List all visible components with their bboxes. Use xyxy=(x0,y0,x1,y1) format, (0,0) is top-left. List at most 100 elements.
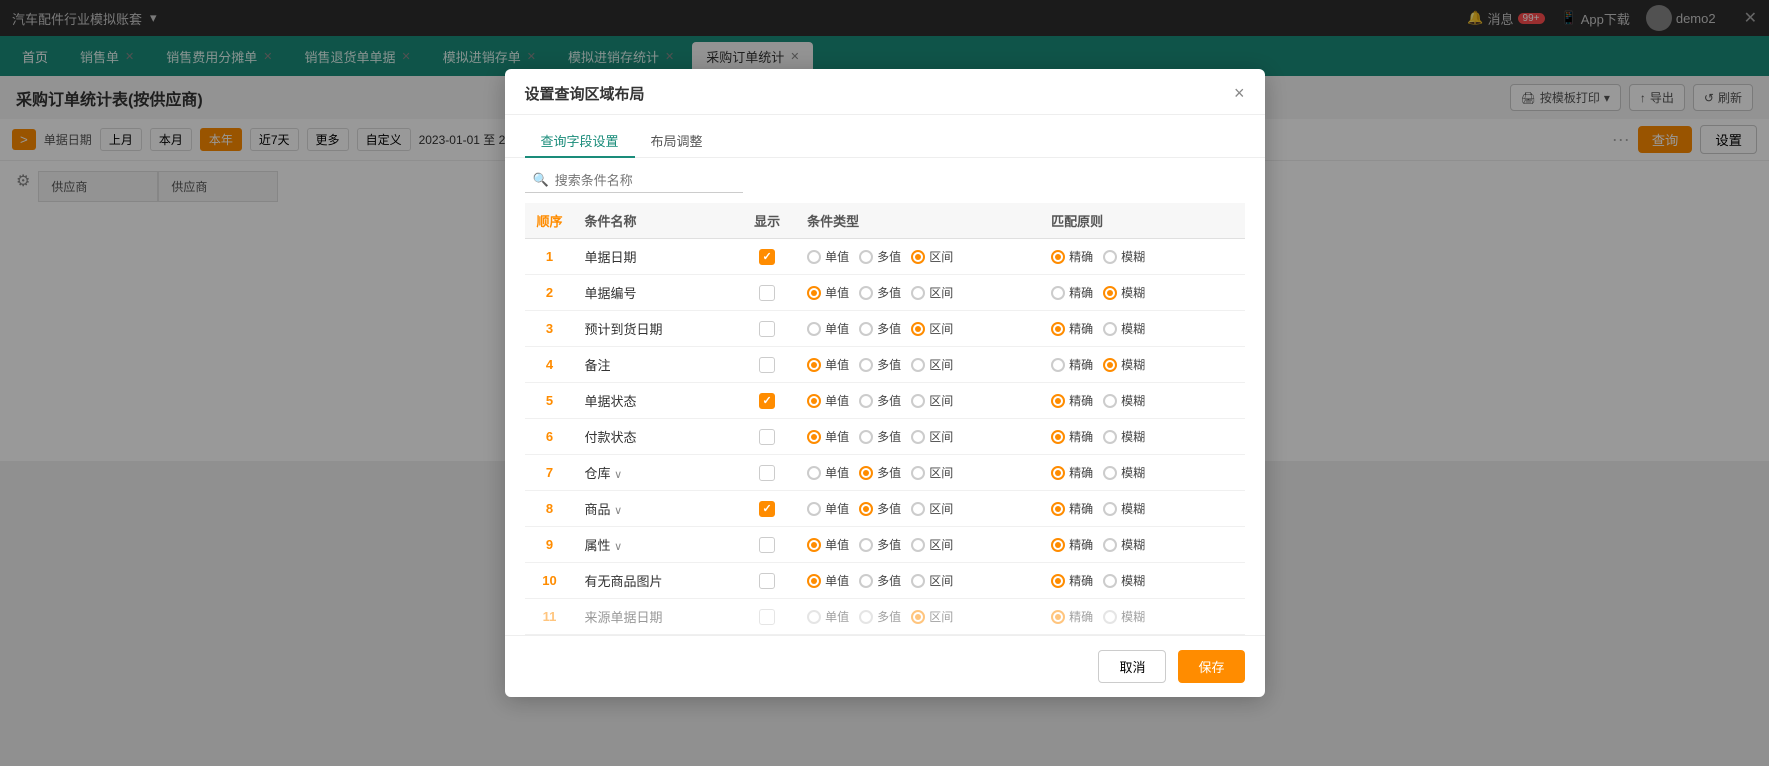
radio-match-模糊[interactable]: 模糊 xyxy=(1103,428,1145,445)
radio-type-多值[interactable]: 多值 xyxy=(859,320,901,337)
display-checkbox[interactable] xyxy=(759,501,775,517)
radio-type-单值[interactable]: 单值 xyxy=(807,428,849,445)
radio-type-多值[interactable]: 多值 xyxy=(859,536,901,553)
cell-type: 单值多值区间 xyxy=(797,275,1041,311)
radio-type-单值[interactable]: 单值 xyxy=(807,392,849,409)
expand-name-button[interactable]: 商品 ∨ xyxy=(585,502,623,517)
radio-type-单值[interactable]: 单值 xyxy=(807,320,849,337)
radio-type-区间[interactable]: 区间 xyxy=(911,284,953,301)
radio-type-区间[interactable]: 区间 xyxy=(911,392,953,409)
radio-circle xyxy=(911,394,925,408)
cell-match: 精确模糊 xyxy=(1041,599,1244,635)
cell-display xyxy=(737,383,797,419)
radio-match-精确[interactable]: 精确 xyxy=(1051,248,1093,265)
radio-type-区间[interactable]: 区间 xyxy=(911,500,953,517)
radio-match-模糊[interactable]: 模糊 xyxy=(1103,392,1145,409)
radio-type-多值[interactable]: 多值 xyxy=(859,464,901,481)
radio-type-多值[interactable]: 多值 xyxy=(859,284,901,301)
cell-order: 1 xyxy=(525,239,575,275)
radio-match-模糊[interactable]: 模糊 xyxy=(1103,572,1145,589)
radio-type-区间[interactable]: 区间 xyxy=(911,536,953,553)
radio-type-区间[interactable]: 区间 xyxy=(911,608,953,625)
radio-type-区间[interactable]: 区间 xyxy=(911,428,953,445)
radio-circle xyxy=(859,250,873,264)
th-order: 顺序 xyxy=(525,203,575,239)
radio-type-单值[interactable]: 单值 xyxy=(807,536,849,553)
radio-match-精确[interactable]: 精确 xyxy=(1051,608,1093,625)
radio-circle xyxy=(859,394,873,408)
radio-circle xyxy=(911,430,925,444)
radio-type-单值[interactable]: 单值 xyxy=(807,356,849,373)
radio-type-区间[interactable]: 区间 xyxy=(911,320,953,337)
cell-match: 精确模糊 xyxy=(1041,491,1244,527)
radio-match-精确[interactable]: 精确 xyxy=(1051,572,1093,589)
display-checkbox[interactable] xyxy=(759,249,775,265)
search-input[interactable] xyxy=(555,173,735,188)
radio-match-模糊[interactable]: 模糊 xyxy=(1103,536,1145,553)
radio-type-单值[interactable]: 单值 xyxy=(807,284,849,301)
radio-match-精确[interactable]: 精确 xyxy=(1051,464,1093,481)
radio-match-精确[interactable]: 精确 xyxy=(1051,356,1093,373)
display-checkbox[interactable] xyxy=(759,573,775,589)
radio-type-区间[interactable]: 区间 xyxy=(911,248,953,265)
radio-type-多值[interactable]: 多值 xyxy=(859,428,901,445)
cell-type: 单值多值区间 xyxy=(797,455,1041,491)
display-checkbox[interactable] xyxy=(759,609,775,625)
radio-type-多值[interactable]: 多值 xyxy=(859,392,901,409)
radio-match-模糊[interactable]: 模糊 xyxy=(1103,356,1145,373)
tab-query-fields[interactable]: 查询字段设置 xyxy=(525,125,635,158)
radio-match-精确[interactable]: 精确 xyxy=(1051,536,1093,553)
radio-match-精确[interactable]: 精确 xyxy=(1051,500,1093,517)
display-checkbox[interactable] xyxy=(759,429,775,445)
cell-order: 2 xyxy=(525,275,575,311)
radio-type-单值[interactable]: 单值 xyxy=(807,572,849,589)
save-button[interactable]: 保存 xyxy=(1178,650,1244,683)
cell-type: 单值多值区间 xyxy=(797,347,1041,383)
expand-name-button[interactable]: 属性 ∨ xyxy=(585,538,623,553)
cell-type: 单值多值区间 xyxy=(797,491,1041,527)
radio-match-精确[interactable]: 精确 xyxy=(1051,284,1093,301)
radio-match-精确[interactable]: 精确 xyxy=(1051,428,1093,445)
cell-match: 精确模糊 xyxy=(1041,563,1244,599)
radio-match-模糊[interactable]: 模糊 xyxy=(1103,500,1145,517)
radio-type-区间[interactable]: 区间 xyxy=(911,464,953,481)
radio-match-模糊[interactable]: 模糊 xyxy=(1103,608,1145,625)
conditions-table: 顺序 条件名称 显示 条件类型 匹配原则 1单据日期单值多值区间精确模糊2单据编… xyxy=(525,203,1245,635)
tab-layout-adjust[interactable]: 布局调整 xyxy=(635,125,719,158)
radio-type-单值[interactable]: 单值 xyxy=(807,500,849,517)
radio-type-多值[interactable]: 多值 xyxy=(859,572,901,589)
cell-name: 单据状态 xyxy=(575,383,738,419)
radio-type-单值[interactable]: 单值 xyxy=(807,464,849,481)
radio-type-多值[interactable]: 多值 xyxy=(859,500,901,517)
display-checkbox[interactable] xyxy=(759,357,775,373)
radio-circle xyxy=(859,466,873,480)
radio-match-模糊[interactable]: 模糊 xyxy=(1103,248,1145,265)
display-checkbox[interactable] xyxy=(759,537,775,553)
radio-match-精确[interactable]: 精确 xyxy=(1051,320,1093,337)
radio-type-多值[interactable]: 多值 xyxy=(859,248,901,265)
radio-circle xyxy=(859,358,873,372)
dialog-close-button[interactable]: × xyxy=(1234,83,1245,104)
display-checkbox[interactable] xyxy=(759,393,775,409)
radio-match-精确[interactable]: 精确 xyxy=(1051,392,1093,409)
radio-type-区间[interactable]: 区间 xyxy=(911,356,953,373)
radio-match-模糊[interactable]: 模糊 xyxy=(1103,320,1145,337)
radio-type-单值[interactable]: 单值 xyxy=(807,248,849,265)
expand-name-button[interactable]: 仓库 ∨ xyxy=(585,466,623,481)
radio-circle xyxy=(911,286,925,300)
radio-circle xyxy=(859,610,873,624)
radio-match-模糊[interactable]: 模糊 xyxy=(1103,284,1145,301)
radio-match-模糊[interactable]: 模糊 xyxy=(1103,464,1145,481)
radio-type-多值[interactable]: 多值 xyxy=(859,356,901,373)
radio-type-区间[interactable]: 区间 xyxy=(911,572,953,589)
radio-circle xyxy=(1051,466,1065,480)
cancel-button[interactable]: 取消 xyxy=(1098,650,1166,683)
display-checkbox[interactable] xyxy=(759,465,775,481)
display-checkbox[interactable] xyxy=(759,285,775,301)
display-checkbox[interactable] xyxy=(759,321,775,337)
cell-order: 8 xyxy=(525,491,575,527)
cell-order: 3 xyxy=(525,311,575,347)
radio-type-单值[interactable]: 单值 xyxy=(807,608,849,625)
radio-type-多值[interactable]: 多值 xyxy=(859,608,901,625)
dialog-table-wrapper: 顺序 条件名称 显示 条件类型 匹配原则 1单据日期单值多值区间精确模糊2单据编… xyxy=(505,203,1265,635)
